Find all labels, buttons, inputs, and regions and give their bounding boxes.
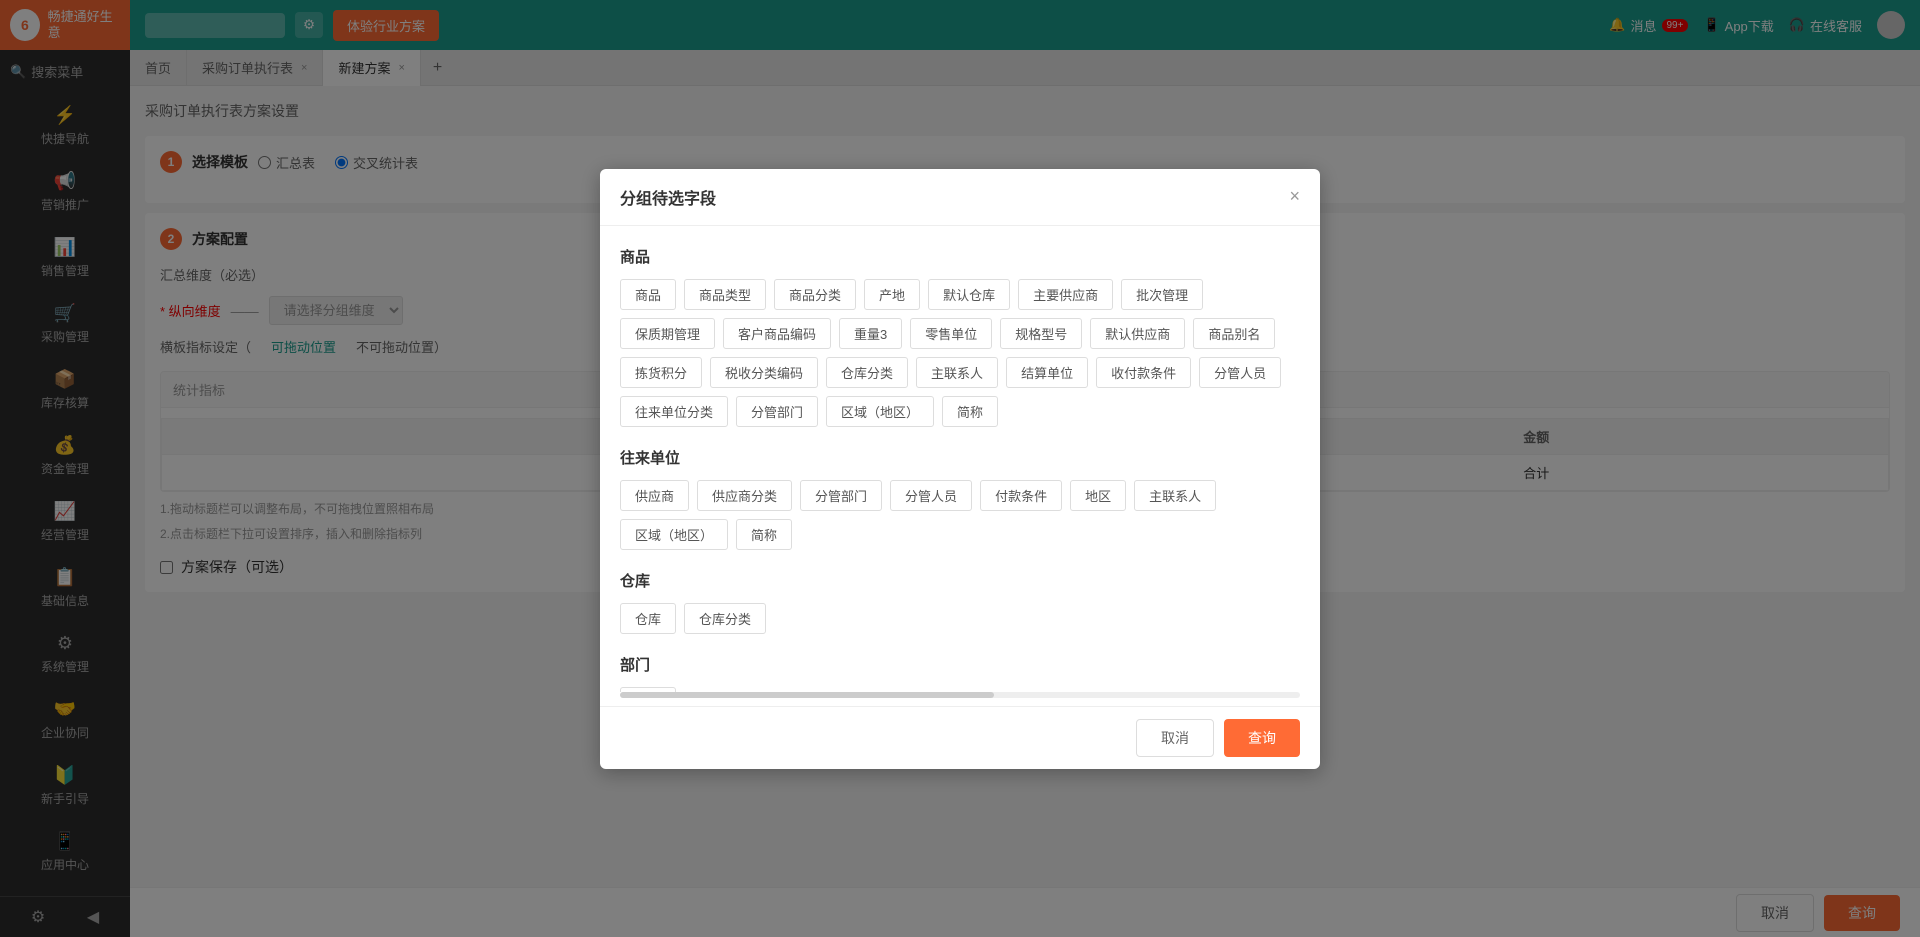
field-tag-supervisor[interactable]: 分管人员 xyxy=(1199,357,1281,388)
category-title-warehouse: 仓库 xyxy=(620,570,1300,591)
dialog-cancel-btn[interactable]: 取消 xyxy=(1136,719,1214,757)
field-category-dept: 部门部门 xyxy=(620,654,1300,693)
dialog-title: 分组待选字段 xyxy=(620,185,716,209)
field-category-goods: 商品商品商品类型商品分类产地默认仓库主要供应商批次管理保质期管理客户商品编码重量… xyxy=(620,246,1300,427)
field-tag-tax-code[interactable]: 税收分类编码 xyxy=(710,357,818,388)
field-tag-cp-short[interactable]: 简称 xyxy=(736,519,792,550)
field-tag-goods-alias[interactable]: 商品别名 xyxy=(1193,318,1275,349)
field-tag-main-supplier[interactable]: 主要供应商 xyxy=(1018,279,1113,310)
field-category-warehouse: 仓库仓库仓库分类 xyxy=(620,570,1300,634)
modal-overlay: 分组待选字段 × 商品商品商品类型商品分类产地默认仓库主要供应商批次管理保质期管… xyxy=(0,0,1920,937)
field-tag-cp-supervisor[interactable]: 分管人员 xyxy=(890,480,972,511)
field-tag-cp-contact[interactable]: 主联系人 xyxy=(1134,480,1216,511)
field-tag-manage-dept[interactable]: 分管部门 xyxy=(736,396,818,427)
field-tag-default-warehouse[interactable]: 默认仓库 xyxy=(928,279,1010,310)
field-tag-origin[interactable]: 产地 xyxy=(864,279,920,310)
dialog-body: 商品商品商品类型商品分类产地默认仓库主要供应商批次管理保质期管理客户商品编码重量… xyxy=(600,226,1320,693)
field-tag-warehouse-category[interactable]: 仓库分类 xyxy=(826,357,908,388)
field-tag-default-supplier[interactable]: 默认供应商 xyxy=(1090,318,1185,349)
field-tag-redeem-points[interactable]: 拣货积分 xyxy=(620,357,702,388)
field-tag-cp-manage-dept[interactable]: 分管部门 xyxy=(800,480,882,511)
field-tag-goods-category[interactable]: 商品分类 xyxy=(774,279,856,310)
field-tag-customer-goods-code[interactable]: 客户商品编码 xyxy=(723,318,831,349)
field-tags-goods: 商品商品类型商品分类产地默认仓库主要供应商批次管理保质期管理客户商品编码重量3 零… xyxy=(620,279,1300,427)
dialog-header: 分组待选字段 × xyxy=(600,169,1320,226)
horizontal-scrollbar xyxy=(620,692,1300,697)
dialog: 分组待选字段 × 商品商品商品类型商品分类产地默认仓库主要供应商批次管理保质期管… xyxy=(600,169,1320,769)
field-tag-retail-unit[interactable]: 零售单位 xyxy=(910,318,992,349)
dialog-footer: 取消 查询 xyxy=(600,706,1320,769)
horizontal-scrollbar-thumb xyxy=(620,692,994,697)
field-tag-quality-period[interactable]: 保质期管理 xyxy=(620,318,715,349)
field-tags-warehouse: 仓库仓库分类 xyxy=(620,603,1300,634)
field-tag-source-unit[interactable]: 往来单位分类 xyxy=(620,396,728,427)
field-tag-supplier-category[interactable]: 供应商分类 xyxy=(697,480,792,511)
dialog-close-btn[interactable]: × xyxy=(1289,186,1300,207)
field-tag-main-contact[interactable]: 主联系人 xyxy=(916,357,998,388)
dialog-confirm-btn[interactable]: 查询 xyxy=(1224,719,1300,757)
field-tag-settlement-unit[interactable]: 结算单位 xyxy=(1006,357,1088,388)
field-tag-goods[interactable]: 商品 xyxy=(620,279,676,310)
field-tag-supplier[interactable]: 供应商 xyxy=(620,480,689,511)
field-tag-goods-type[interactable]: 商品类型 xyxy=(684,279,766,310)
field-tag-spec-model[interactable]: 规格型号 xyxy=(1000,318,1082,349)
field-tag-payment-cond[interactable]: 付款条件 xyxy=(980,480,1062,511)
field-tag-region[interactable]: 区域（地区） xyxy=(826,396,934,427)
category-title-dept: 部门 xyxy=(620,654,1300,675)
field-tag-cp-area[interactable]: 区域（地区） xyxy=(620,519,728,550)
category-title-counterpart: 往来单位 xyxy=(620,447,1300,468)
field-category-counterpart: 往来单位供应商供应商分类分管部门分管人员付款条件地区主联系人区域（地区） 简称 xyxy=(620,447,1300,550)
category-title-goods: 商品 xyxy=(620,246,1300,267)
field-tag-wh-category[interactable]: 仓库分类 xyxy=(684,603,766,634)
field-tags-counterpart: 供应商供应商分类分管部门分管人员付款条件地区主联系人区域（地区） 简称 xyxy=(620,480,1300,550)
field-tag-short-name[interactable]: 简称 xyxy=(942,396,998,427)
field-tag-cp-region[interactable]: 地区 xyxy=(1070,480,1126,511)
field-tag-batch-manage[interactable]: 批次管理 xyxy=(1121,279,1203,310)
field-tag-wh-warehouse[interactable]: 仓库 xyxy=(620,603,676,634)
field-tag-payment-terms[interactable]: 收付款条件 xyxy=(1096,357,1191,388)
field-tag-weight3[interactable]: 重量3 xyxy=(839,318,902,349)
